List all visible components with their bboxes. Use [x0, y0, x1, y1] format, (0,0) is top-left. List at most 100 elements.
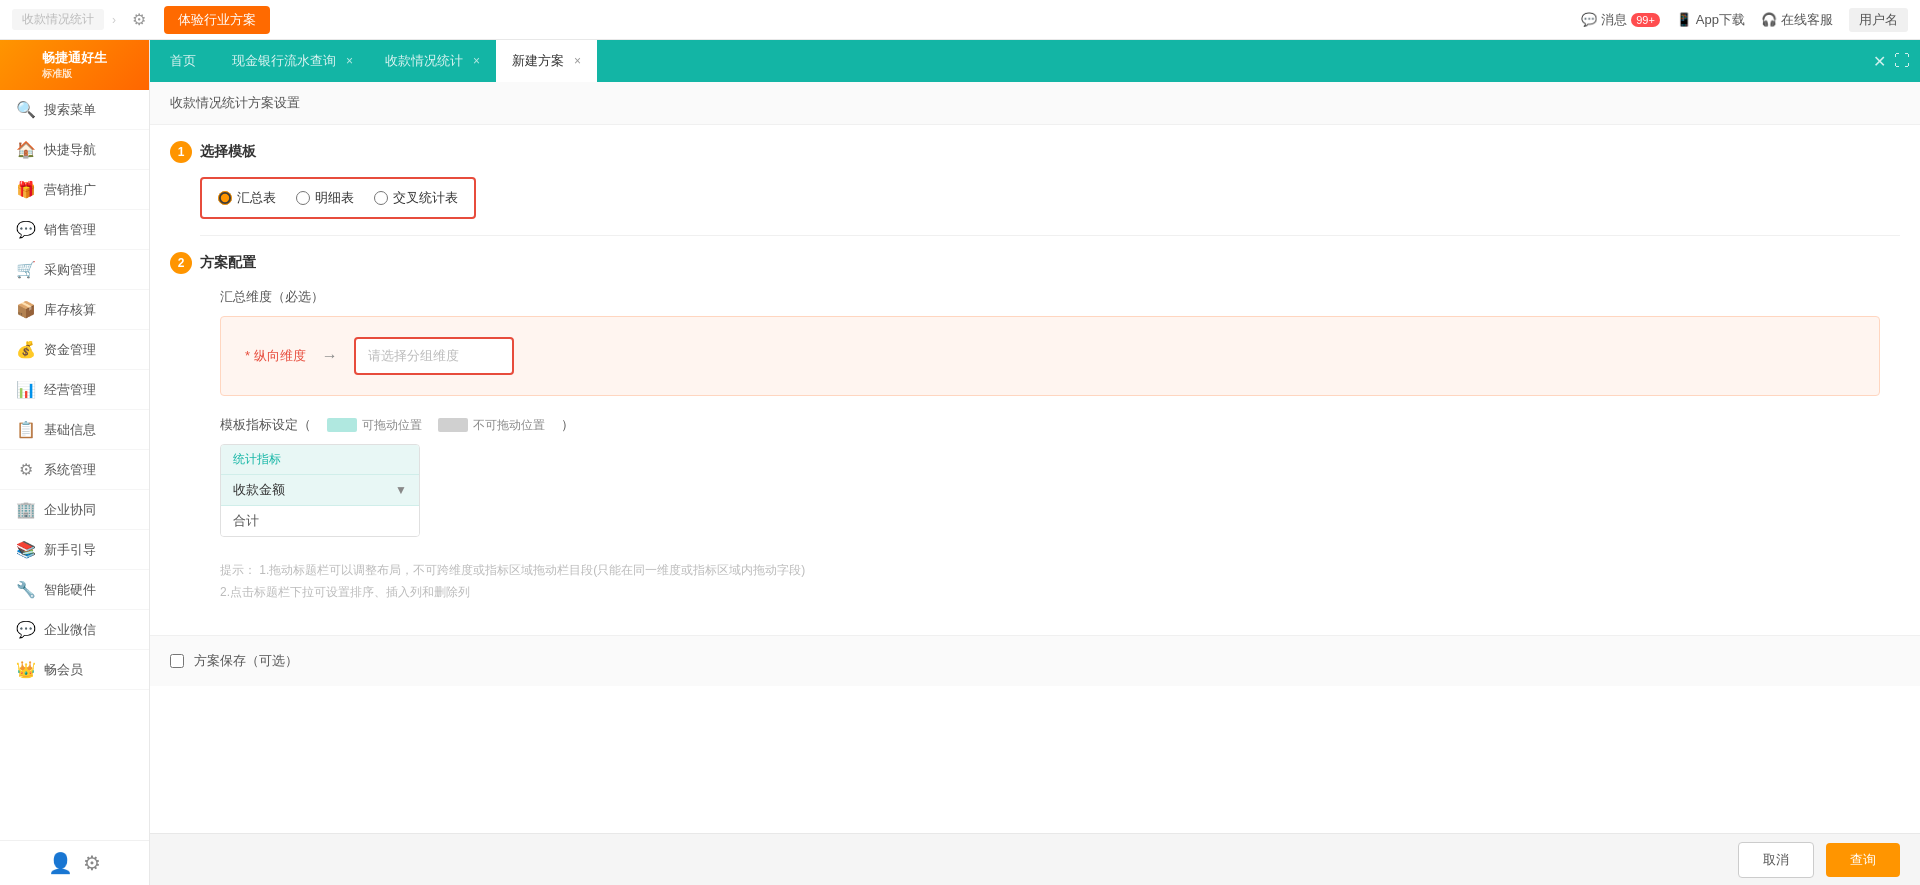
sidebar-label-sales: 销售管理 — [44, 221, 96, 239]
sidebar-item-enterprise[interactable]: 🏢 企业协同 — [0, 490, 149, 530]
dim-placeholder: 请选择分组维度 — [368, 347, 459, 365]
sidebar-item-wechat[interactable]: 💬 企业微信 — [0, 610, 149, 650]
main-content: 首页 现金银行流水查询 × 收款情况统计 × 新建方案 × ✕ ⛶ — [150, 40, 1920, 885]
sidebar-label-wechat: 企业微信 — [44, 621, 96, 639]
dim-select-box[interactable]: 请选择分组维度 — [354, 337, 514, 375]
smart-hw-icon: 🔧 — [16, 580, 36, 599]
radio-summary[interactable]: 汇总表 — [218, 189, 276, 207]
sidebar-bottom-icon-2[interactable]: ⚙ — [83, 851, 101, 875]
sidebar-label-smart-hw: 智能硬件 — [44, 581, 96, 599]
breadcrumb-area: 收款情况统计 › ⚙ 体验行业方案 — [12, 6, 1581, 34]
indicator-table: 统计指标 收款金额 ▼ 合计 — [220, 444, 420, 537]
sidebar-item-system[interactable]: ⚙ 系统管理 — [0, 450, 149, 490]
fixed-label: 不可拖动位置 — [473, 417, 545, 434]
tab-payment-stat-label: 收款情况统计 — [385, 52, 463, 70]
operations-icon: 📊 — [16, 380, 36, 399]
dimension-area: * 纵向维度 → 请选择分组维度 — [220, 316, 1880, 396]
logo-text: 畅捷通好生 — [42, 49, 107, 67]
step1-title: 选择模板 — [200, 143, 256, 161]
tab-home[interactable]: 首页 — [150, 40, 216, 82]
query-button[interactable]: 查询 — [1826, 843, 1900, 877]
sidebar-bottom-icon-1[interactable]: 👤 — [48, 851, 73, 875]
tab-new-plan-label: 新建方案 — [512, 52, 564, 70]
tab-cashflow[interactable]: 现金银行流水查询 × — [216, 40, 369, 82]
tab-new-plan-close[interactable]: × — [574, 54, 581, 68]
tab-payment-stat-close[interactable]: × — [473, 54, 480, 68]
sidebar-label-marketing: 营销推广 — [44, 181, 96, 199]
dimension-row: * 纵向维度 → 请选择分组维度 — [245, 337, 1855, 375]
radio-detail-label: 明细表 — [315, 189, 354, 207]
page-title-bar: 收款情况统计方案设置 — [150, 82, 1920, 125]
sidebar-label-inventory: 库存核算 — [44, 301, 96, 319]
guide-icon: 📚 — [16, 540, 36, 559]
user-area[interactable]: 用户名 — [1849, 8, 1908, 32]
sidebar-item-marketing[interactable]: 🎁 营销推广 — [0, 170, 149, 210]
sidebar-item-quick-nav[interactable]: 🏠 快捷导航 — [0, 130, 149, 170]
step2-title: 方案配置 — [200, 254, 256, 272]
sidebar-label-enterprise: 企业协同 — [44, 501, 96, 519]
sidebar-label-guide: 新手引导 — [44, 541, 96, 559]
tab-cashflow-label: 现金银行流水查询 — [232, 52, 336, 70]
radio-detail[interactable]: 明细表 — [296, 189, 354, 207]
sidebar-label-quick-nav: 快捷导航 — [44, 141, 96, 159]
expand-window-btn[interactable]: ⛶ — [1894, 52, 1910, 70]
basic-info-icon: 📋 — [16, 420, 36, 439]
sidebar-item-finance[interactable]: 💰 资金管理 — [0, 330, 149, 370]
system-icon: ⚙ — [16, 460, 36, 479]
service-button[interactable]: 🎧 在线客服 — [1761, 11, 1833, 29]
cancel-button[interactable]: 取消 — [1738, 842, 1814, 878]
radio-cross-input[interactable] — [374, 191, 388, 205]
page-inner: 收款情况统计方案设置 1 选择模板 汇总表 — [150, 82, 1920, 833]
sidebar-item-member[interactable]: 👑 畅会员 — [0, 650, 149, 690]
draggable-color-box — [327, 418, 357, 432]
indicator-item-row[interactable]: 收款金额 ▼ — [221, 475, 419, 506]
enterprise-icon: 🏢 — [16, 500, 36, 519]
tab-home-label: 首页 — [170, 52, 196, 70]
sidebar-item-search-menu[interactable]: 🔍 搜索菜单 — [0, 90, 149, 130]
indicator-col-header: 统计指标 — [221, 445, 419, 475]
draggable-label: 可拖动位置 — [362, 417, 422, 434]
sidebar-item-basic-info[interactable]: 📋 基础信息 — [0, 410, 149, 450]
sidebar-item-inventory[interactable]: 📦 库存核算 — [0, 290, 149, 330]
finance-icon: 💰 — [16, 340, 36, 359]
sidebar-label-purchase: 采购管理 — [44, 261, 96, 279]
dim-arrow: → — [322, 347, 338, 365]
sidebar-item-smart-hw[interactable]: 🔧 智能硬件 — [0, 570, 149, 610]
sidebar: 畅捷通好生 标准版 🔍 搜索菜单 🏠 快捷导航 🎁 营销推广 💬 销售管理 🛒 … — [0, 40, 150, 885]
close-window-btn[interactable]: ✕ — [1873, 52, 1886, 71]
trial-btn[interactable]: 体验行业方案 — [164, 6, 270, 34]
template-options: 汇总表 明细表 交叉统计表 — [200, 177, 476, 219]
indicator-legend: 可拖动位置 不可拖动位置 ） — [327, 416, 574, 434]
sidebar-item-sales[interactable]: 💬 销售管理 — [0, 210, 149, 250]
subtotal-label: 合计 — [233, 513, 259, 528]
tab-new-plan[interactable]: 新建方案 × — [496, 40, 597, 82]
radio-cross-label: 交叉统计表 — [393, 189, 458, 207]
footer-bar: 取消 查询 — [150, 833, 1920, 885]
sidebar-item-operations[interactable]: 📊 经营管理 — [0, 370, 149, 410]
header-right: 💬 消息 99+ 📱 App下载 🎧 在线客服 用户名 — [1581, 8, 1908, 32]
sidebar-item-guide[interactable]: 📚 新手引导 — [0, 530, 149, 570]
tab-cashflow-close[interactable]: × — [346, 54, 353, 68]
download-button[interactable]: 📱 App下载 — [1676, 11, 1745, 29]
step1-header: 1 选择模板 — [170, 141, 1900, 163]
hint-area: 提示： 1.拖动标题栏可以调整布局，不可跨维度或指标区域拖动栏目段(只能在同一维… — [220, 560, 1880, 603]
radio-summary-input[interactable] — [218, 191, 232, 205]
save-checkbox[interactable] — [170, 654, 184, 668]
message-icon: 💬 — [1581, 12, 1597, 27]
step2-num: 2 — [170, 252, 192, 274]
fixed-color-box — [438, 418, 468, 432]
radio-cross[interactable]: 交叉统计表 — [374, 189, 458, 207]
hint-1: 提示： 1.拖动标题栏可以调整布局，不可跨维度或指标区域拖动栏目段(只能在同一维… — [220, 560, 1880, 582]
indicator-chevron[interactable]: ▼ — [395, 483, 407, 497]
settings-icon[interactable]: ⚙ — [132, 10, 146, 29]
message-button[interactable]: 💬 消息 99+ — [1581, 11, 1660, 29]
sidebar-item-purchase[interactable]: 🛒 采购管理 — [0, 250, 149, 290]
indicator-item-label: 收款金额 — [233, 481, 285, 499]
sidebar-label-search-menu: 搜索菜单 — [44, 101, 96, 119]
tab-payment-stat[interactable]: 收款情况统计 × — [369, 40, 496, 82]
tabs-bar: 首页 现金银行流水查询 × 收款情况统计 × 新建方案 × ✕ ⛶ — [150, 40, 1920, 82]
radio-detail-input[interactable] — [296, 191, 310, 205]
sidebar-label-system: 系统管理 — [44, 461, 96, 479]
app-layout: 畅捷通好生 标准版 🔍 搜索菜单 🏠 快捷导航 🎁 营销推广 💬 销售管理 🛒 … — [0, 40, 1920, 885]
legend-close-paren: ） — [561, 416, 574, 434]
